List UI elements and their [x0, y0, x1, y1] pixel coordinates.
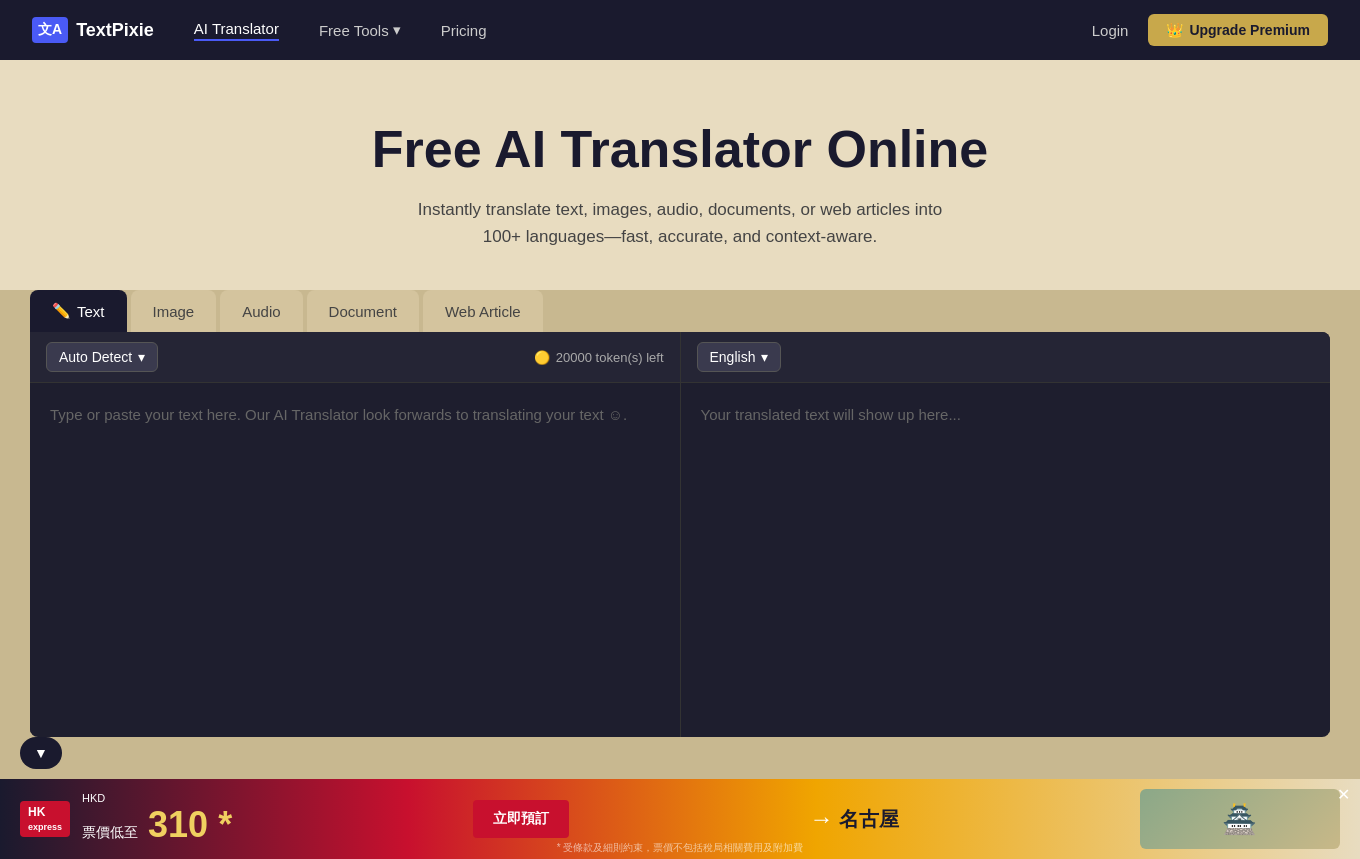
- ad-currency: HKD: [82, 792, 232, 804]
- crown-icon: 👑: [1166, 22, 1183, 38]
- hero-section: Free AI Translator Online Instantly tran…: [0, 60, 1360, 290]
- ad-image: 🏯: [1140, 789, 1340, 849]
- ad-logo: HK express: [20, 801, 70, 837]
- target-lang-button[interactable]: English ▾: [697, 342, 782, 372]
- hero-subtitle-1: Instantly translate text, images, audio,…: [20, 196, 1340, 223]
- chevron-icon: ▼: [34, 745, 48, 761]
- ad-logo-icon: HK: [28, 805, 45, 819]
- logo[interactable]: 文A TextPixie: [32, 17, 154, 43]
- nav-free-tools[interactable]: Free Tools ▾: [319, 21, 401, 39]
- nav-pricing[interactable]: Pricing: [441, 22, 487, 39]
- source-lang-header: Auto Detect ▾ 🟡 20000 token(s) left: [30, 332, 681, 382]
- tab-document[interactable]: Document: [307, 290, 419, 332]
- login-button[interactable]: Login: [1092, 22, 1129, 39]
- ad-logo-text: express: [28, 822, 62, 832]
- translation-panels: [30, 383, 1330, 737]
- navbar-right: Login 👑 Upgrade Premium: [1092, 14, 1328, 46]
- ad-price: 票價低至 310 *: [82, 804, 232, 846]
- translator-header: Auto Detect ▾ 🟡 20000 token(s) left Engl…: [30, 332, 1330, 383]
- tabs-container: ✏️ Text Image Audio Document Web Article: [30, 290, 1330, 332]
- chevron-down-icon: ▾: [393, 21, 401, 39]
- ad-arrow-icon: →: [809, 805, 833, 833]
- nav-ai-translator[interactable]: AI Translator: [194, 20, 279, 41]
- translator-section: ✏️ Text Image Audio Document Web Article…: [0, 290, 1360, 790]
- ad-castle-icon: 🏯: [1222, 803, 1257, 836]
- ad-price-container: HKD 票價低至 310 *: [82, 792, 232, 846]
- logo-text: TextPixie: [76, 20, 154, 41]
- target-textarea[interactable]: [681, 383, 1331, 733]
- target-panel: [681, 383, 1331, 737]
- ad-close-button[interactable]: ✕: [1337, 785, 1350, 804]
- tab-image[interactable]: Image: [131, 290, 217, 332]
- tab-audio[interactable]: Audio: [220, 290, 302, 332]
- ad-banner: HK express HKD 票價低至 310 * 立即預訂 → 名古屋 🏯 ✕…: [0, 779, 1360, 859]
- token-info: 🟡 20000 token(s) left: [534, 350, 664, 365]
- source-panel: [30, 383, 681, 737]
- tab-web-article[interactable]: Web Article: [423, 290, 543, 332]
- ad-left: HK express HKD 票價低至 310 *: [20, 792, 232, 846]
- ad-destination: → 名古屋: [809, 805, 899, 833]
- source-lang-button[interactable]: Auto Detect ▾: [46, 342, 158, 372]
- chevron-down-icon: ▾: [761, 349, 768, 365]
- text-tab-icon: ✏️: [52, 302, 71, 320]
- scroll-down-button[interactable]: ▼: [20, 737, 62, 769]
- tab-text[interactable]: ✏️ Text: [30, 290, 127, 332]
- source-textarea[interactable]: [30, 383, 680, 733]
- token-icon: 🟡: [534, 350, 550, 365]
- chevron-down-icon: ▾: [138, 349, 145, 365]
- target-lang-header: English ▾: [681, 332, 1331, 382]
- translator-box: Auto Detect ▾ 🟡 20000 token(s) left Engl…: [30, 332, 1330, 737]
- navbar: 文A TextPixie AI Translator Free Tools ▾ …: [0, 0, 1360, 60]
- ad-disclaimer: * 受條款及細則約束，票價不包括稅局相關費用及附加費: [557, 841, 804, 855]
- ad-cta-button[interactable]: 立即預訂: [473, 800, 569, 838]
- hero-subtitle-2: 100+ languages—fast, accurate, and conte…: [20, 223, 1340, 250]
- logo-box: 文A: [32, 17, 68, 43]
- hero-title: Free AI Translator Online: [20, 120, 1340, 180]
- upgrade-button[interactable]: 👑 Upgrade Premium: [1148, 14, 1328, 46]
- navbar-left: 文A TextPixie AI Translator Free Tools ▾ …: [32, 17, 487, 43]
